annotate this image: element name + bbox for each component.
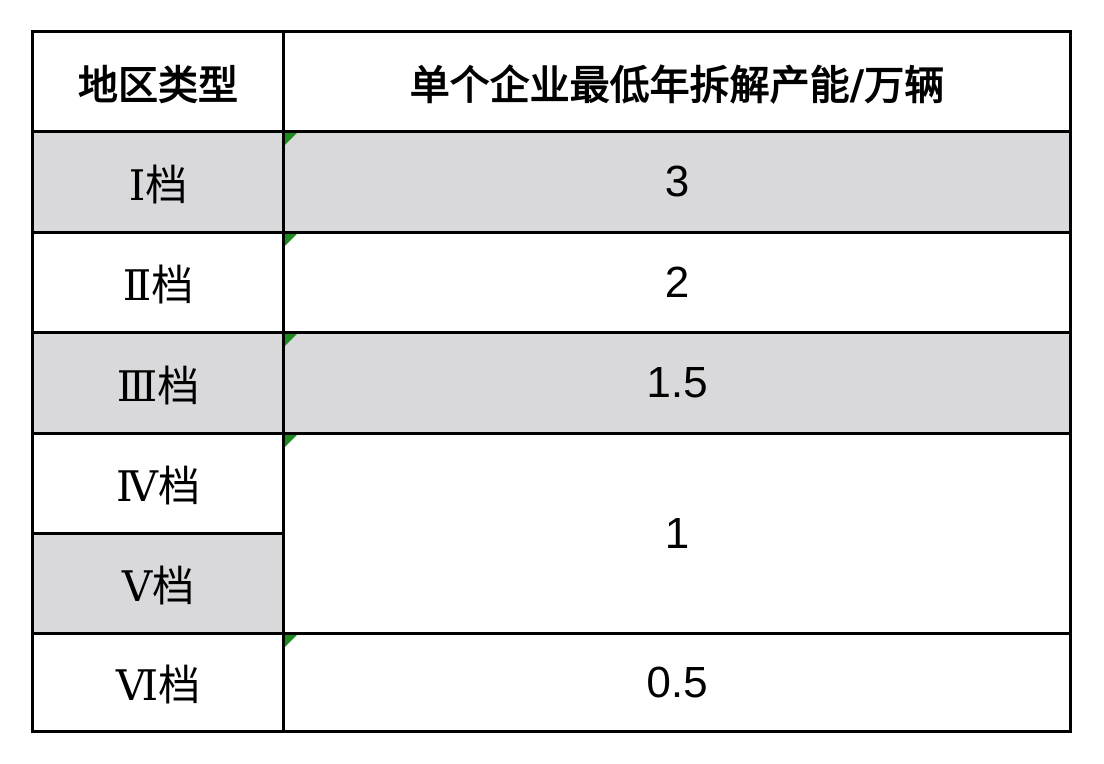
capacity-table: 地区类型 单个企业最低年拆解产能/万辆 Ⅰ档 3 Ⅱ档 2 Ⅲ档 1.5 Ⅳ档 … [31,30,1072,733]
row-region-3: Ⅲ档 [34,331,285,432]
row-capacity-6: 0.5 [285,632,1069,730]
row-capacity-3: 1.5 [285,331,1069,432]
row-capacity-2: 2 [285,231,1069,331]
cell-marker-icon [285,635,297,647]
header-min-capacity: 单个企业最低年拆解产能/万辆 [285,33,1069,130]
row-region-5: Ⅴ档 [34,532,285,632]
row-region-1: Ⅰ档 [34,130,285,231]
cell-marker-icon [285,334,297,346]
row-capacity-1: 3 [285,130,1069,231]
row-capacity-4-5-merged: 1 [285,432,1069,632]
cell-marker-icon [285,234,297,246]
cell-marker-icon [285,435,297,447]
cell-marker-icon [285,133,297,145]
row-region-2: Ⅱ档 [34,231,285,331]
row-region-6: Ⅵ档 [34,632,285,730]
header-region-type: 地区类型 [34,33,285,130]
row-region-4: Ⅳ档 [34,432,285,532]
